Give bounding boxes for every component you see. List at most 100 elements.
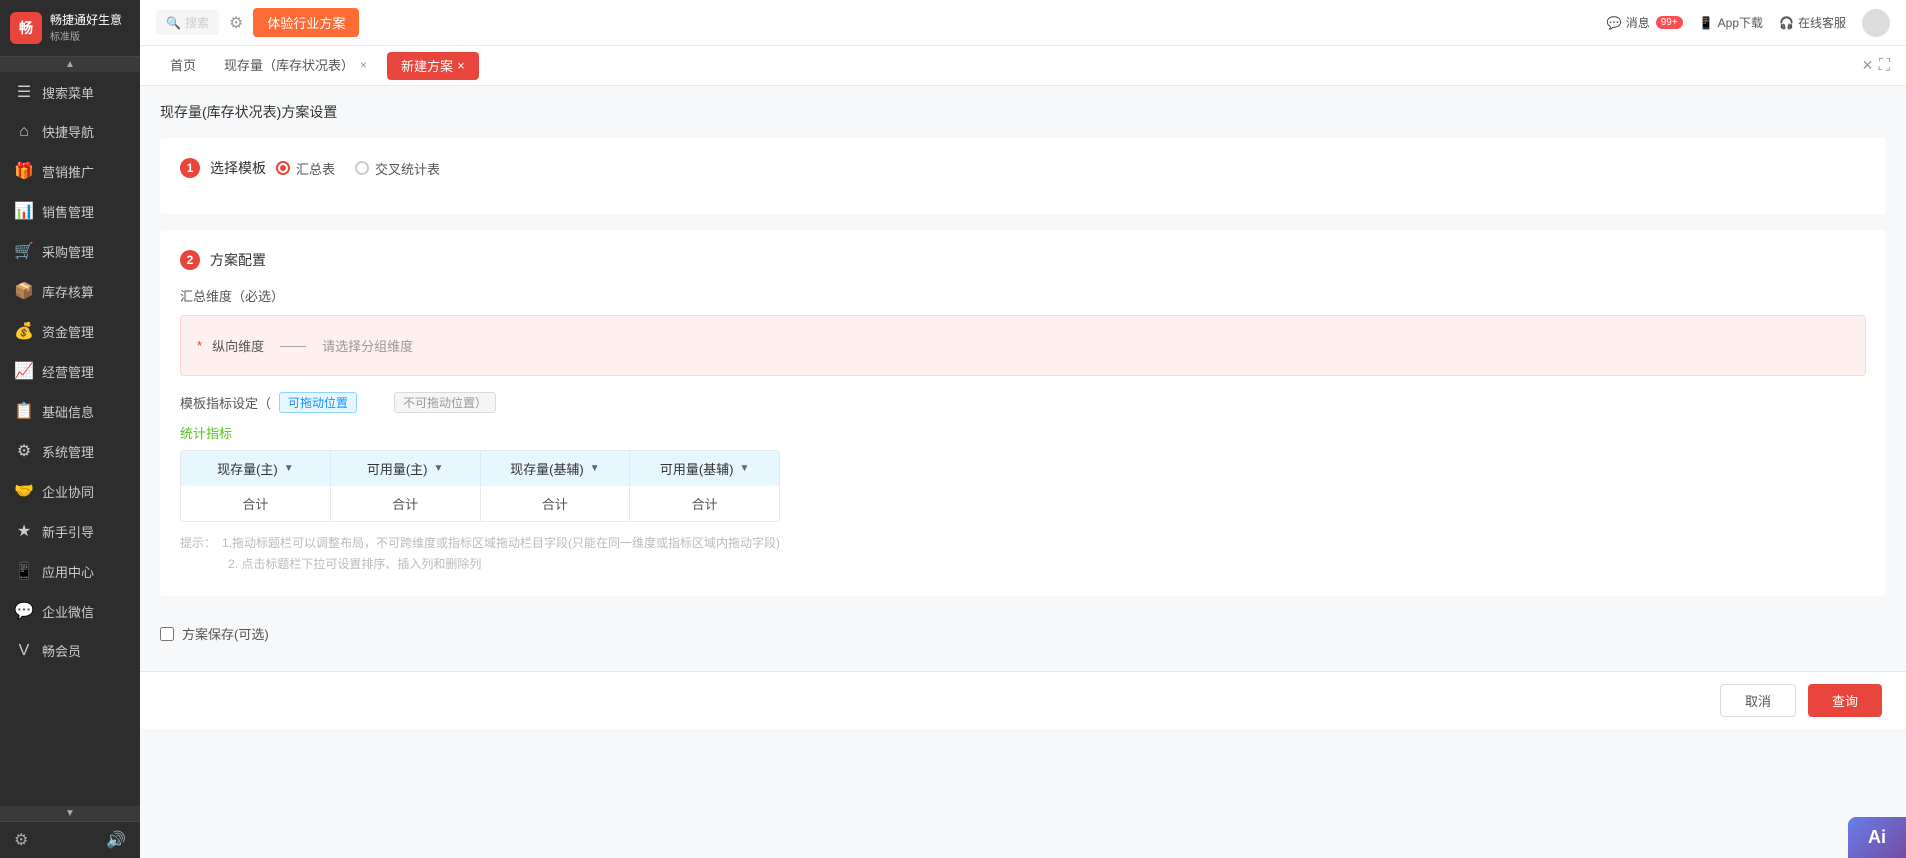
sidebar-scroll-down[interactable]: ▼ [0,806,140,821]
content-inner: 现存量(库存状况表)方案设置 1 选择模板 汇总表 交叉统计表 [140,86,1906,671]
message-icon: 💬 [1607,16,1622,30]
radio-cross-dot [355,161,369,175]
dimension-placeholder[interactable]: 请选择分组维度 [322,336,413,355]
sidebar-item-ent-wx[interactable]: 💬 企业微信 [0,591,140,631]
tab-inventory-status[interactable]: 现存量（库存状况表） × [210,46,381,86]
tab-inventory-close-icon[interactable]: × [360,58,367,72]
message-badge: 99+ [1656,16,1683,29]
dimension-form-label: 汇总维度（必选） [180,286,1866,305]
sidebar-item-sales[interactable]: 📊 销售管理 [0,191,140,231]
sidebar-label-marketing: 营销推广 [42,162,94,181]
quick-nav-icon: ⌂ [14,123,34,141]
dimension-label: 纵向维度 [212,336,264,355]
inventory-icon: 📦 [14,281,34,301]
indicator-col-2: 现存量(基辅) ▼ [481,451,631,486]
radio-summary[interactable]: 汇总表 [276,159,335,178]
topbar-search-box[interactable]: 🔍 搜索 [156,10,219,35]
sidebar-item-purchase[interactable]: 🛒 采购管理 [0,231,140,271]
sidebar-label-member: 畅会员 [42,641,81,660]
col-dropdown-2[interactable]: ▼ [590,463,600,474]
col-label-3: 可用量(基辅) [660,459,734,478]
tab-new-plan-close-icon[interactable]: × [457,58,465,73]
sidebar-label-guide: 新手引导 [42,522,94,541]
logo-icon: 畅 [10,12,42,44]
indicator-settings: 模板指标设定（ 可拖动位置 不可拖动位置） 统计指标 现存量(主) ▼ [180,392,1866,522]
indicator-table-header: 现存量(主) ▼ 可用量(主) ▼ 现存量(基辅) ▼ [181,451,779,486]
sidebar-label-ops: 经营管理 [42,362,94,381]
save-checkbox[interactable] [160,627,174,641]
sidebar-item-ops[interactable]: 📈 经营管理 [0,351,140,391]
sidebar-item-finance[interactable]: 💰 资金管理 [0,311,140,351]
dimension-required-mark: * [197,338,202,353]
tabs-bar: 首页 现存量（库存状况表） × 新建方案 × × ⛶ [140,46,1906,86]
topbar-gear-icon[interactable]: ⚙ [229,13,243,33]
sidebar-item-guide[interactable]: ★ 新手引导 [0,511,140,551]
sidebar-label-sys: 系统管理 [42,442,94,461]
ai-float-button[interactable]: Ai [1848,817,1906,858]
search-placeholder: 搜索 [185,14,209,31]
indicator-label-text: 模板指标设定（ [180,393,271,412]
indicator-cell-0-3: 合计 [630,486,779,521]
message-item[interactable]: 💬 消息 99+ [1607,14,1683,31]
sidebar-item-marketing[interactable]: 🎁 营销推广 [0,151,140,191]
drag-badge: 可拖动位置 [279,392,357,413]
online-service-label: 在线客服 [1798,14,1846,31]
indicator-table: 现存量(主) ▼ 可用量(主) ▼ 现存量(基辅) ▼ [180,450,780,522]
audio-icon[interactable]: 🔊 [106,830,126,850]
app-download-icon: 📱 [1699,16,1714,30]
sidebar-item-inventory[interactable]: 📦 库存核算 [0,271,140,311]
section2-title: 方案配置 [210,250,266,270]
save-label: 方案保存(可选) [182,624,269,643]
radio-cross-label: 交叉统计表 [375,159,440,178]
indicator-label-sep [369,393,382,412]
tab-home-label: 首页 [170,55,196,74]
topbar-right: 💬 消息 99+ 📱 App下载 🎧 在线客服 [1607,9,1890,37]
cancel-button[interactable]: 取消 [1720,684,1796,717]
sidebar-label-ent-wx: 企业微信 [42,602,94,621]
tab-home[interactable]: 首页 [156,46,210,86]
sidebar-label-finance: 资金管理 [42,322,94,341]
ent-wx-icon: 💬 [14,601,34,621]
app-download-item[interactable]: 📱 App下载 [1699,14,1763,31]
col-dropdown-3[interactable]: ▼ [740,463,750,474]
indicator-col-3: 可用量(基辅) ▼ [630,451,779,486]
sidebar-label-app: 应用中心 [42,562,94,581]
purchase-icon: 🛒 [14,241,34,261]
online-service-icon: 🎧 [1779,16,1794,30]
col-dropdown-0[interactable]: ▼ [284,463,294,474]
coop-icon: 🤝 [14,481,34,501]
tab-panel-close-icon[interactable]: × [1862,55,1873,76]
sidebar-item-basic[interactable]: 📋 基础信息 [0,391,140,431]
tab-new-plan[interactable]: 新建方案 × [387,52,479,80]
sidebar-item-coop[interactable]: 🤝 企业协同 [0,471,140,511]
radio-cross[interactable]: 交叉统计表 [355,159,440,178]
indicator-cell-0-1: 合计 [331,486,481,521]
sidebar-item-sys[interactable]: ⚙ 系统管理 [0,431,140,471]
sidebar-item-app[interactable]: 📱 应用中心 [0,551,140,591]
sidebar-item-member[interactable]: V 畅会员 [0,631,140,670]
section2-num: 2 [180,250,200,270]
sidebar-item-quick-nav[interactable]: ⌂ 快捷导航 [0,112,140,151]
content-area: 现存量(库存状况表)方案设置 1 选择模板 汇总表 交叉统计表 [140,86,1906,858]
sidebar-label-purchase: 采购管理 [42,242,94,261]
section1-title: 选择模板 [210,158,266,178]
user-avatar[interactable] [1862,9,1890,37]
indicator-settings-label: 模板指标设定（ 可拖动位置 不可拖动位置） [180,392,1866,413]
app-icon: 📱 [14,561,34,581]
col-dropdown-1[interactable]: ▼ [434,463,444,474]
sidebar-label-coop: 企业协同 [42,482,94,501]
sidebar-item-search-menu[interactable]: ☰ 搜索菜单 [0,72,140,112]
settings-icon[interactable]: ⚙ [14,830,28,850]
tab-panel-expand-icon[interactable]: ⛶ [1879,57,1890,75]
sidebar-bottom: ⚙ 🔊 [0,821,140,858]
tab-new-plan-label: 新建方案 [401,56,453,75]
sidebar-label-quick-nav: 快捷导航 [42,122,94,141]
section-config: 2 方案配置 汇总维度（必选） * 纵向维度 —— 请选择分组维度 模板指标设定… [160,230,1886,596]
tip2: 2. 点击标题栏下拉可设置排序、插入列和删除列 [180,555,1866,572]
trial-btn[interactable]: 体验行业方案 [253,8,359,37]
topbar-left: 🔍 搜索 ⚙ 体验行业方案 [156,8,359,37]
template-radio-group: 汇总表 交叉统计表 [276,159,440,178]
query-button[interactable]: 查询 [1808,684,1882,717]
online-service-item[interactable]: 🎧 在线客服 [1779,14,1846,31]
sidebar-scroll-up[interactable]: ▲ [0,57,140,72]
